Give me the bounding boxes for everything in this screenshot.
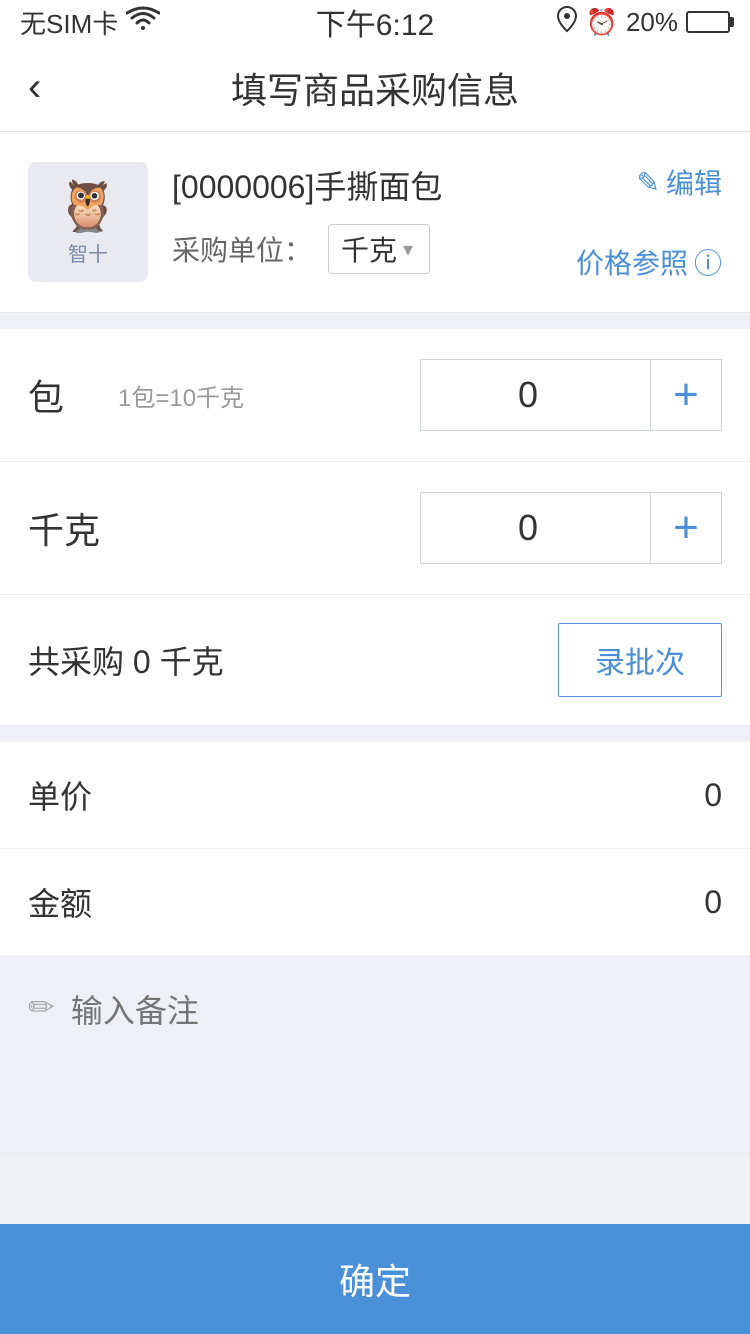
amount-value: 0 [704, 884, 722, 921]
total-unit: 千克 [160, 644, 224, 680]
quantity-row-kg: 千克 + [0, 462, 750, 595]
back-icon: ‹ [28, 65, 41, 110]
amount-row: 金额 0 [0, 849, 750, 956]
unit-value: 千克 [341, 229, 397, 269]
battery-icon [686, 11, 730, 33]
help-icon: ⓘ [694, 242, 722, 282]
total-label: 共采购 [28, 644, 124, 680]
batch-button[interactable]: 录批次 [558, 623, 722, 697]
note-area: ✏ [0, 956, 750, 1156]
quantity-sublabel-bao: 1包=10千克 [118, 378, 420, 413]
quantity-input-group-kg: + [420, 492, 722, 564]
quantity-plus-bao[interactable]: + [650, 359, 722, 431]
status-right: ⏰ 20% [556, 5, 730, 40]
note-input[interactable] [71, 986, 722, 1066]
carrier-label: 无SIM卡 [20, 4, 118, 41]
quantity-input-kg[interactable] [420, 492, 650, 564]
location-icon [556, 5, 578, 40]
main-content: 🦉 智十 [0000006]手撕面包 采购单位： 千克 ▾ ✎ 编辑 价格参照 … [0, 132, 750, 1276]
amount-label: 金额 [28, 879, 704, 925]
page-title: 填写商品采购信息 [231, 62, 519, 114]
separator-2 [0, 726, 750, 742]
nav-bar: ‹ 填写商品采购信息 [0, 44, 750, 132]
section-kg: 千克 + [0, 462, 750, 595]
unit-price-label: 单价 [28, 772, 704, 818]
unit-dropdown[interactable]: 千克 ▾ [328, 224, 430, 274]
unit-label: 采购单位： [172, 229, 312, 269]
quantity-row-bao: 包 1包=10千克 + [0, 329, 750, 462]
edit-icon: ✎ [637, 166, 660, 199]
section-bao: 包 1包=10千克 + [0, 329, 750, 462]
quantity-input-group-bao: + [420, 359, 722, 431]
product-image-brand: 智十 [68, 238, 108, 267]
status-time: 下午6:12 [316, 0, 434, 44]
product-card: 🦉 智十 [0000006]手撕面包 采购单位： 千克 ▾ ✎ 编辑 价格参照 … [0, 132, 750, 313]
status-bar: 无SIM卡 下午6:12 ⏰ 20% [0, 0, 750, 44]
chevron-down-icon: ▾ [403, 237, 413, 262]
pencil-icon: ✏ [28, 988, 55, 1026]
confirm-button[interactable]: 确定 [0, 1224, 750, 1334]
quantity-label-bao: 包 [28, 369, 108, 421]
product-image: 🦉 智十 [28, 162, 148, 282]
confirm-label: 确定 [339, 1253, 411, 1305]
edit-label: 编辑 [666, 162, 722, 202]
status-left: 无SIM卡 [20, 4, 160, 41]
battery-percent: 20% [626, 7, 678, 38]
wifi-icon [126, 6, 160, 39]
unit-price-row: 单价 0 [0, 742, 750, 849]
edit-button[interactable]: ✎ 编辑 [637, 162, 722, 202]
quantity-label-kg: 千克 [28, 502, 108, 554]
product-title: 手撕面包 [314, 169, 442, 205]
quantity-plus-kg[interactable]: + [650, 492, 722, 564]
price-ref-label: 价格参照 [576, 242, 688, 282]
price-ref-button[interactable]: 价格参照 ⓘ [576, 242, 722, 282]
separator-1 [0, 313, 750, 329]
unit-price-value: 0 [704, 777, 722, 814]
product-code: [0000006] [172, 169, 314, 205]
product-owl-icon: 🦉 [57, 177, 119, 236]
alarm-icon: ⏰ [586, 7, 618, 38]
quantity-input-bao[interactable] [420, 359, 650, 431]
back-button[interactable]: ‹ [28, 65, 41, 110]
total-row: 共采购 0 千克 录批次 [0, 595, 750, 726]
total-text: 共采购 0 千克 [28, 637, 558, 683]
total-value: 0 [133, 644, 151, 680]
